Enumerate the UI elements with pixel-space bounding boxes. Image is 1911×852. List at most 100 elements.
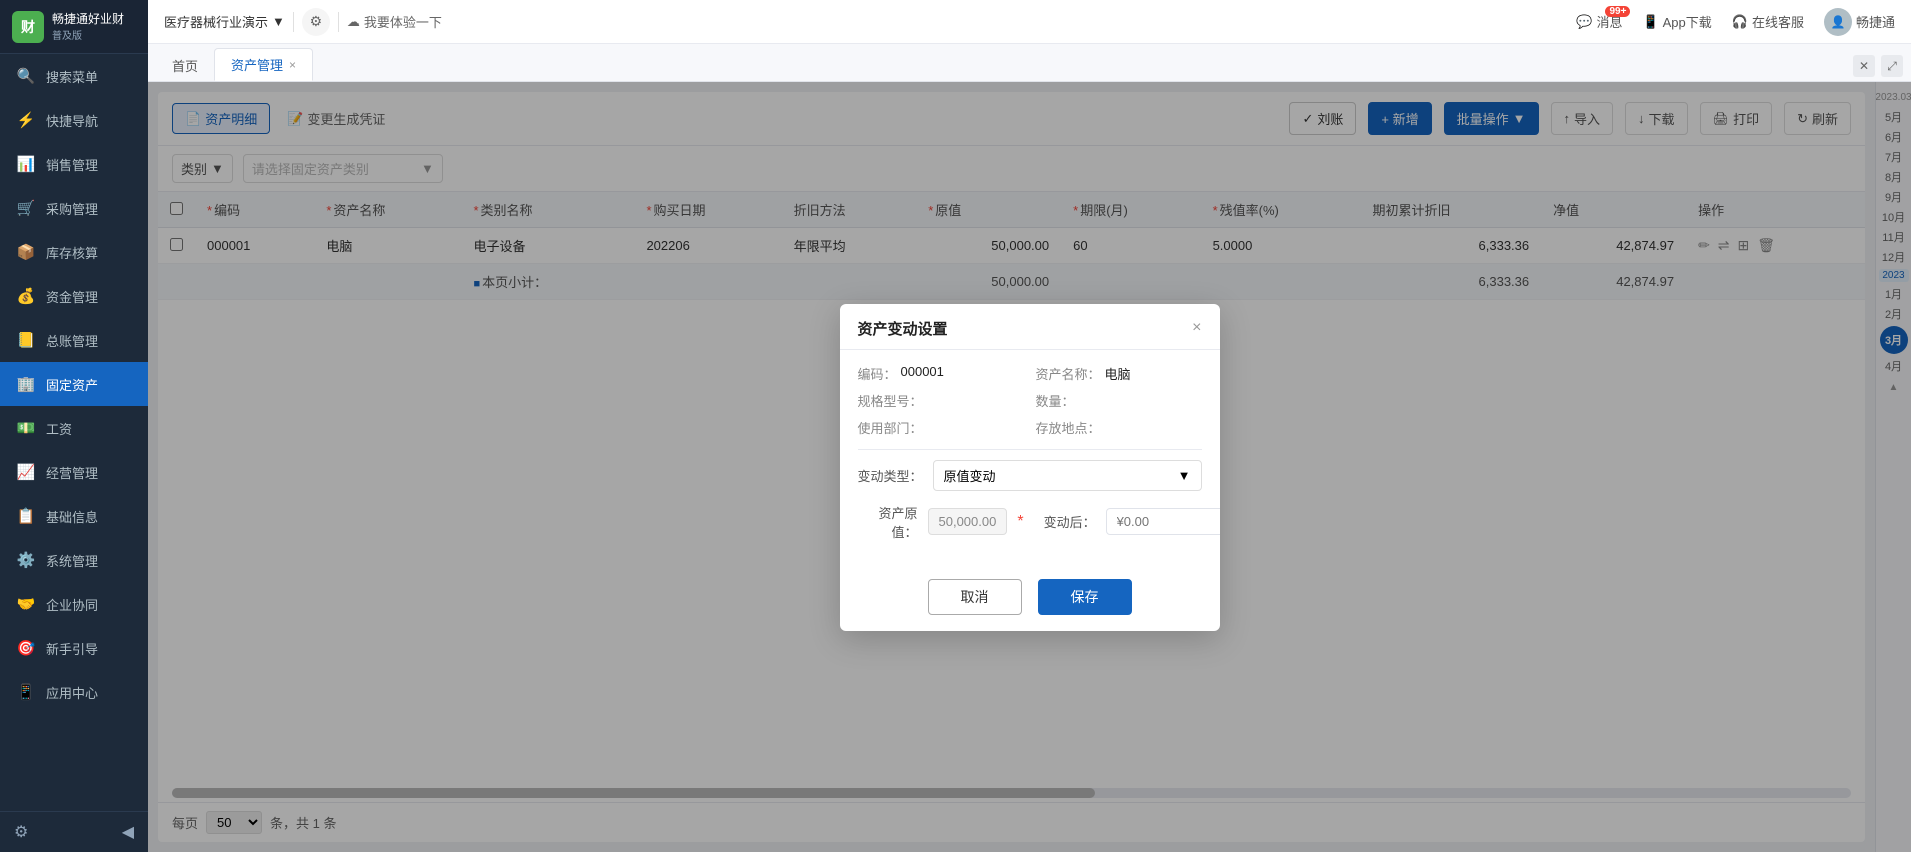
service-icon: 🎧 xyxy=(1732,14,1748,30)
modal-location-row: 存放地点： xyxy=(1036,418,1202,437)
sidebar-item-collab[interactable]: 🤝 企业协同 xyxy=(0,582,148,626)
change-after-label: 变动后： xyxy=(1036,512,1096,531)
sidebar-item-label: 搜索菜单 xyxy=(46,67,98,86)
cloud-icon: ☁ xyxy=(347,14,360,30)
modal-body: 编码： 000001 资产名称： 电脑 规格型号： 数量： xyxy=(840,350,1220,567)
sidebar-item-label: 采购管理 xyxy=(46,199,98,218)
modal-close-btn[interactable]: × xyxy=(1192,319,1201,337)
sidebar-item-inventory[interactable]: 📦 库存核算 xyxy=(0,230,148,274)
sidebar-item-label: 销售管理 xyxy=(46,155,98,174)
topbar-divider2 xyxy=(338,12,339,32)
modal-overlay: 资产变动设置 × 编码： 000001 资产名称： 电脑 xyxy=(148,82,1911,852)
save-btn[interactable]: 保存 xyxy=(1038,579,1132,615)
sidebar-item-label: 基础信息 xyxy=(46,507,98,526)
spec-label: 规格型号： xyxy=(858,391,923,410)
company-selector[interactable]: 医疗器械行业演示 ▼ xyxy=(164,12,285,31)
sidebar-item-basic-info[interactable]: 📋 基础信息 xyxy=(0,494,148,538)
sidebar-item-system[interactable]: ⚙️ 系统管理 xyxy=(0,538,148,582)
sidebar-item-label: 固定资产 xyxy=(46,375,98,394)
modal-title: 资产变动设置 xyxy=(858,318,948,339)
sidebar-logo: 财 畅捷通好业财 普及版 xyxy=(0,0,148,54)
code-label: 编码： xyxy=(858,364,897,383)
experience-btn[interactable]: ☁ 我要体验一下 xyxy=(347,12,442,31)
change-after-input[interactable] xyxy=(1106,508,1220,535)
payroll-icon: 💵 xyxy=(16,418,36,438)
modal-spec-row: 规格型号： xyxy=(858,391,1024,410)
message-icon: 💬 xyxy=(1576,14,1592,30)
operations-icon: 📈 xyxy=(16,462,36,482)
modal-code-row: 编码： 000001 xyxy=(858,364,1024,383)
change-type-select[interactable]: 原值变动 ▼ xyxy=(933,460,1202,491)
chevron-down-icon: ▼ xyxy=(272,14,285,29)
topbar-settings-btn[interactable]: ⚙ xyxy=(302,8,330,36)
cancel-btn[interactable]: 取消 xyxy=(928,579,1022,615)
sidebar: 财 畅捷通好业财 普及版 🔍 搜索菜单 ⚡ 快捷导航 📊 销售管理 🛒 采购管理… xyxy=(0,0,148,852)
asset-name-label: 资产名称： xyxy=(1036,364,1101,383)
sidebar-item-ledger[interactable]: 📒 总账管理 xyxy=(0,318,148,362)
app-center-icon: 📱 xyxy=(16,682,36,702)
sidebar-item-search[interactable]: 🔍 搜索菜单 xyxy=(0,54,148,98)
download-icon: 📱 xyxy=(1642,14,1658,30)
user-avatar: 👤 xyxy=(1824,8,1852,36)
sidebar-item-sales[interactable]: 📊 销售管理 xyxy=(0,142,148,186)
sidebar-item-operations[interactable]: 📈 经营管理 xyxy=(0,450,148,494)
finance-icon: 💰 xyxy=(16,286,36,306)
sidebar-item-label: 经营管理 xyxy=(46,463,98,482)
sidebar-bottom: ⚙ ◀ xyxy=(0,811,148,852)
logo-icon: 财 xyxy=(12,11,44,43)
quantity-label: 数量： xyxy=(1036,391,1075,410)
modal-quantity-row: 数量： xyxy=(1036,391,1202,410)
tabbar-actions: ✕ ⤢ xyxy=(1853,55,1903,81)
modal-name-row: 资产名称： 电脑 xyxy=(1036,364,1202,383)
topbar-right: 💬 消息 99+ 📱 App下载 🎧 在线客服 👤 畅捷通 xyxy=(1576,8,1895,36)
modal-dept-row: 使用部门： xyxy=(858,418,1024,437)
sidebar-scroll: 🔍 搜索菜单 ⚡ 快捷导航 📊 销售管理 🛒 采购管理 📦 库存核算 💰 资金管… xyxy=(0,54,148,811)
sidebar-item-purchase[interactable]: 🛒 采购管理 xyxy=(0,186,148,230)
change-type-value: 原值变动 xyxy=(944,466,996,485)
asset-change-modal: 资产变动设置 × 编码： 000001 资产名称： 电脑 xyxy=(840,304,1220,631)
experience-label: 我要体验一下 xyxy=(364,12,442,31)
sidebar-item-guide[interactable]: 🎯 新手引导 xyxy=(0,626,148,670)
original-value-display: 50,000.00 xyxy=(928,508,1008,535)
sidebar-item-finance[interactable]: 💰 资金管理 xyxy=(0,274,148,318)
change-type-row: 变动类型： 原值变动 ▼ xyxy=(858,460,1202,491)
tab-expand-btn[interactable]: ⤢ xyxy=(1881,55,1903,77)
logo-sub: 普及版 xyxy=(52,27,124,42)
quick-nav-icon: ⚡ xyxy=(16,110,36,130)
sidebar-item-label: 应用中心 xyxy=(46,683,98,702)
settings-icon[interactable]: ⚙ xyxy=(14,822,28,842)
online-service-btn[interactable]: 🎧 在线客服 xyxy=(1732,12,1804,31)
basic-info-icon: 📋 xyxy=(16,506,36,526)
sidebar-item-label: 库存核算 xyxy=(46,243,98,262)
user-profile[interactable]: 👤 畅捷通 xyxy=(1824,8,1895,36)
sidebar-item-label: 系统管理 xyxy=(46,551,98,570)
tab-home[interactable]: 首页 xyxy=(156,50,214,81)
modal-info-grid: 编码： 000001 资产名称： 电脑 规格型号： 数量： xyxy=(858,364,1202,437)
user-name: 畅捷通 xyxy=(1856,12,1895,31)
topbar-divider xyxy=(293,12,294,32)
sidebar-item-payroll[interactable]: 💵 工资 xyxy=(0,406,148,450)
tabbar: 首页 资产管理 × ✕ ⤢ xyxy=(148,44,1911,82)
modal-footer: 取消 保存 xyxy=(840,567,1220,631)
sidebar-item-label: 工资 xyxy=(46,419,72,438)
tab-asset-management[interactable]: 资产管理 × xyxy=(214,48,313,81)
original-value-row: 资产原值： 50,000.00 * 变动后： xyxy=(858,503,1202,541)
tab-close-window-btn[interactable]: ✕ xyxy=(1853,55,1875,77)
tab-active-label: 资产管理 xyxy=(231,55,283,74)
app-download-btn[interactable]: 📱 App下载 xyxy=(1642,12,1711,31)
message-btn[interactable]: 💬 消息 99+ xyxy=(1576,12,1622,31)
sidebar-item-assets[interactable]: 🏢 固定资产 xyxy=(0,362,148,406)
tab-close-icon[interactable]: × xyxy=(289,58,296,72)
sidebar-item-app-center[interactable]: 📱 应用中心 xyxy=(0,670,148,714)
inventory-icon: 📦 xyxy=(16,242,36,262)
online-service-label: 在线客服 xyxy=(1752,12,1804,31)
app-download-label: App下载 xyxy=(1663,12,1712,31)
ledger-icon: 📒 xyxy=(16,330,36,350)
location-label: 存放地点： xyxy=(1036,418,1101,437)
change-type-label: 变动类型： xyxy=(858,466,923,485)
collapse-icon[interactable]: ◀ xyxy=(122,822,134,842)
original-value-label: 资产原值： xyxy=(858,503,918,541)
system-icon: ⚙️ xyxy=(16,550,36,570)
change-type-chevron: ▼ xyxy=(1178,468,1191,483)
sidebar-item-quick-nav[interactable]: ⚡ 快捷导航 xyxy=(0,98,148,142)
